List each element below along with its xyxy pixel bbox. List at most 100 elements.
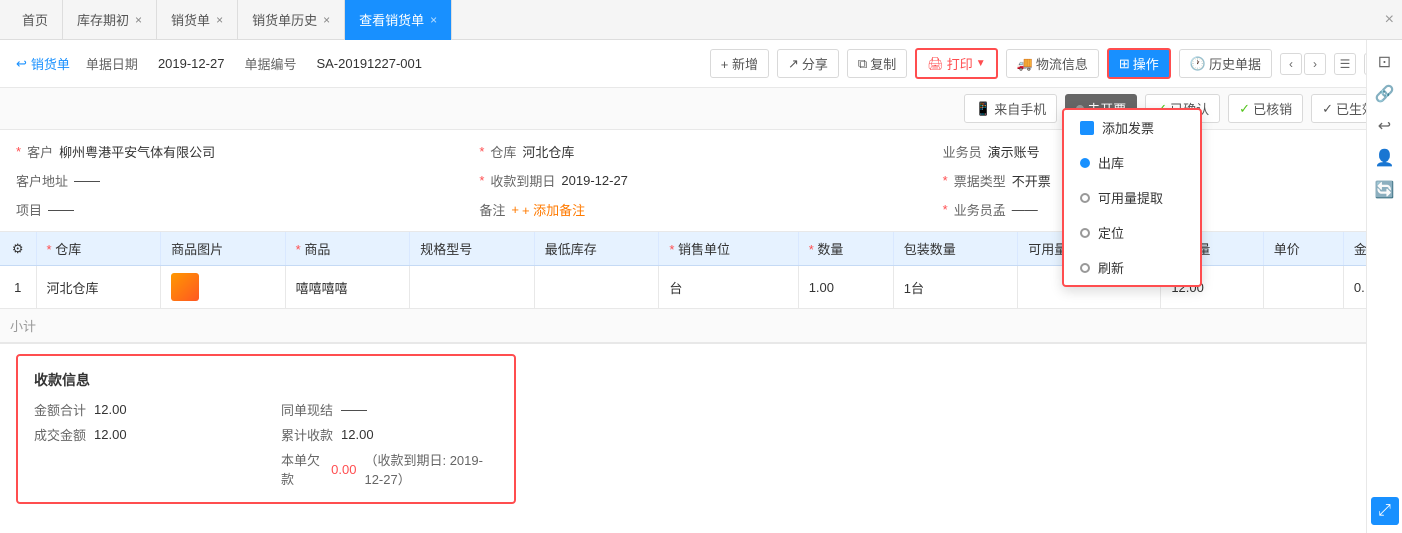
number-label: 单据编号 (244, 54, 296, 73)
share-icon: ↗ (788, 56, 799, 72)
prev-arrow[interactable]: ‹ (1280, 53, 1302, 75)
sidebar-icon-5[interactable]: 🔄 (1371, 176, 1399, 204)
phone-icon: 📱 (975, 101, 991, 117)
col-min-stock: 最低库存 (534, 232, 659, 266)
date-label: 单据日期 (86, 54, 138, 73)
col-unit-price: 单价 (1263, 232, 1343, 266)
add-remark-btn[interactable]: + + 添加备注 (511, 200, 585, 219)
number-value: SA-20191227-001 (316, 56, 422, 71)
overdue-row: 本单欠款 0.00 （收款到期日: 2019-12-27） (281, 450, 498, 488)
logistics-button[interactable]: 🚚 物流信息 (1006, 49, 1099, 78)
tab-view-sales[interactable]: 查看销货单 × (345, 0, 452, 40)
tab-inventory-init[interactable]: 库存期初 × (63, 0, 157, 40)
tab-sales-order[interactable]: 销货单 × (157, 0, 238, 40)
from-phone-btn[interactable]: 📱 来自手机 (964, 94, 1057, 123)
cell-product: 嘻嘻嘻嘻 (285, 266, 410, 309)
logistics-icon: 🚚 (1017, 56, 1033, 72)
right-sidebar: ⊡ 🔗 ↩ 👤 🔄 ⤢ (1366, 40, 1402, 533)
share-button[interactable]: ↗ 分享 (777, 49, 839, 78)
available-icon (1080, 193, 1090, 203)
doc-header: ↩ 销货单 单据日期 2019-12-27 单据编号 SA-20191227-0… (0, 40, 1402, 88)
outbound-icon (1080, 158, 1090, 168)
remark-field: 备注 + + 添加备注 (479, 200, 922, 219)
next-arrow[interactable]: › (1304, 53, 1326, 75)
payment-info-section: 收款信息 金额合计 12.00 同单现结 —— 成交金额 12.00 累计收款 … (16, 354, 516, 504)
add-invoice-icon (1080, 121, 1094, 135)
col-quantity: * 数量 (798, 232, 893, 266)
tab-close-inventory[interactable]: × (135, 13, 142, 27)
tab-close-view[interactable]: × (430, 13, 437, 27)
doc-meta: 单据日期 2019-12-27 单据编号 SA-20191227-001 (86, 54, 422, 73)
operation-button[interactable]: ⊞ 操作 (1107, 48, 1171, 79)
payment-date-field: * 收款到期日 2019-12-27 (479, 171, 922, 190)
add-invoice-item[interactable]: 添加发票 (1064, 110, 1200, 145)
close-all-tabs[interactable]: × (1385, 11, 1394, 29)
payment-info-grid: 金额合计 12.00 同单现结 —— 成交金额 12.00 累计收款 12.00 (34, 400, 498, 488)
effect-icon: ✓ (1322, 101, 1333, 117)
cell-spec (410, 266, 535, 309)
col-pack-qty: 包装数量 (893, 232, 1018, 266)
refresh-item[interactable]: 刷新 (1064, 250, 1200, 285)
cell-pack-qty: 1台 (893, 266, 1018, 309)
total-row: 金额合计 12.00 (34, 400, 251, 419)
outbound-item[interactable]: 出库 (1064, 145, 1200, 180)
sidebar-icon-3[interactable]: ↩ (1371, 112, 1399, 140)
doc-type-label: 销货单 (31, 54, 70, 73)
doc-type-icon: ↩ (16, 56, 27, 72)
sidebar-icon-1[interactable]: ⊡ (1371, 48, 1399, 76)
sidebar-icon-4[interactable]: 👤 (1371, 144, 1399, 172)
doc-actions: + 新增 ↗ 分享 ⧉ 复制 🖨 打印 ▼ 🚚 物流信息 (710, 48, 1386, 79)
subtotal-row: 小计 (0, 309, 1402, 343)
col-settings[interactable]: ⚙ (0, 232, 36, 266)
new-button[interactable]: + 新增 (710, 49, 769, 78)
cumulative-row: 累计收款 12.00 (281, 425, 498, 444)
tab-sales-history[interactable]: 销货单历史 × (238, 0, 345, 40)
tab-home[interactable]: 首页 (8, 0, 63, 40)
cell-quantity: 1.00 (798, 266, 893, 309)
print-icon: 🖨 (927, 56, 944, 72)
copy-icon: ⧉ (858, 56, 867, 72)
sidebar-expand-btn[interactable]: ⤢ (1371, 497, 1399, 525)
tab-close-sales[interactable]: × (216, 13, 223, 27)
copy-button[interactable]: ⧉ 复制 (847, 49, 907, 78)
locate-item[interactable]: 定位 (1064, 215, 1200, 250)
address-field: 客户地址 —— (16, 171, 459, 190)
cancel-icon: ✓ (1239, 101, 1250, 117)
locate-icon (1080, 228, 1090, 238)
col-spec: 规格型号 (410, 232, 535, 266)
tab-bar: 首页 库存期初 × 销货单 × 销货单历史 × 查看销货单 × × (0, 0, 1402, 40)
col-warehouse: * 仓库 (36, 232, 161, 266)
cell-sales-unit: 台 (659, 266, 798, 309)
product-image (171, 273, 199, 301)
cancel-btn[interactable]: ✓ 已核销 (1228, 94, 1303, 123)
sidebar-icon-2[interactable]: 🔗 (1371, 80, 1399, 108)
doc-type-badge: ↩ 销货单 (16, 54, 70, 73)
same-order-row: 同单现结 —— (281, 400, 498, 419)
subtotal-label: 小计 (0, 309, 1402, 343)
customer-field: * 客户 柳州粤港平安气体有限公司 (16, 142, 459, 161)
cell-product-img (161, 266, 286, 309)
history-icon: 🕐 (1190, 56, 1206, 72)
warehouse-field: * 仓库 河北仓库 (479, 142, 922, 161)
operation-dropdown: 添加发票 出库 可用量提取 定位 刷新 (1062, 108, 1202, 287)
operation-icon: ⊞ (1119, 56, 1130, 72)
date-value: 2019-12-27 (158, 56, 225, 71)
cell-no: 1 (0, 266, 36, 309)
print-button[interactable]: 🖨 打印 ▼ (915, 48, 997, 79)
col-product: * 商品 (285, 232, 410, 266)
main-content: ↩ 销货单 单据日期 2019-12-27 单据编号 SA-20191227-0… (0, 40, 1402, 533)
project-field: 项目 —— (16, 200, 459, 219)
nav-arrows: ‹ › (1280, 53, 1326, 75)
col-product-img: 商品图片 (161, 232, 286, 266)
tab-close-history[interactable]: × (323, 13, 330, 27)
cell-min-stock (534, 266, 659, 309)
cell-unit-price (1263, 266, 1343, 309)
payment-info-title: 收款信息 (34, 370, 498, 390)
available-extract-item[interactable]: 可用量提取 (1064, 180, 1200, 215)
list-view[interactable]: ☰ (1334, 53, 1356, 75)
history-button[interactable]: 🕐 历史单据 (1179, 49, 1272, 78)
deal-amount-row: 成交金额 12.00 (34, 425, 251, 444)
col-sales-unit: * 销售单位 (659, 232, 798, 266)
refresh-icon (1080, 263, 1090, 273)
plus-icon: + (511, 202, 519, 217)
